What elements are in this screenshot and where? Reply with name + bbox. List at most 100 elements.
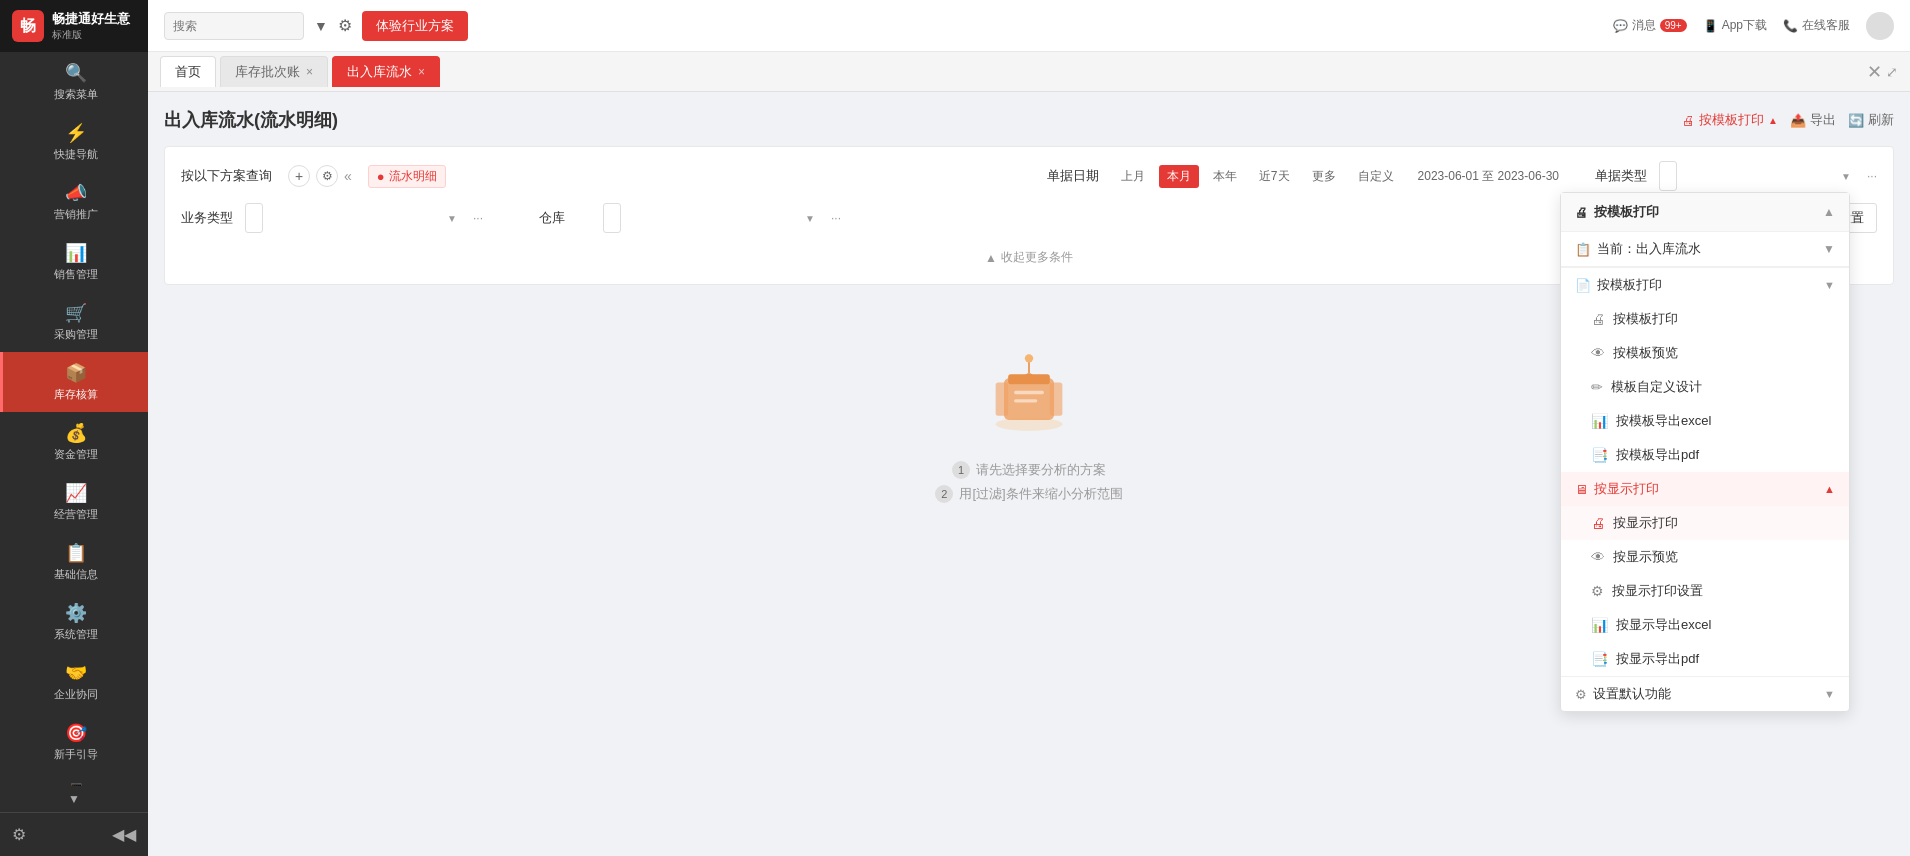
sidebar: 畅 畅捷通好生意 标准版 🔍 搜索菜单 ⚡ 快捷导航 📣 营销推广 📊 销售管理…: [0, 0, 148, 856]
close-page-icon[interactable]: ✕: [1867, 61, 1882, 83]
tip-2-num: 2: [935, 485, 953, 503]
dropdown-header-title-label: 按模板打印: [1594, 203, 1659, 221]
date-btn-7days[interactable]: 近7天: [1251, 165, 1298, 188]
refresh-btn[interactable]: 🔄 刷新: [1848, 111, 1894, 129]
collapse-sidebar-icon[interactable]: ◀◀: [112, 825, 136, 844]
tab-batch-ledger[interactable]: 库存批次账 ×: [220, 56, 328, 87]
page-actions: 🖨 按模板打印 ▲ 📤 导出 🔄 刷新: [1682, 111, 1894, 129]
filter-date-section: 单据日期 上月 本月 本年 近7天 更多 自定义 2023-06-01 至 20…: [462, 165, 1559, 188]
sidebar-item-marketing[interactable]: 📣 营销推广: [0, 172, 148, 232]
app-download-btn[interactable]: 📱 App下载: [1703, 17, 1767, 34]
search-input[interactable]: [164, 12, 304, 40]
tab-home-label: 首页: [175, 63, 201, 81]
display-export-pdf-btn[interactable]: 📑 按显示导出pdf: [1561, 642, 1849, 676]
template-preview-label: 按模板预览: [1613, 344, 1678, 362]
display-pdf-label: 按显示导出pdf: [1616, 650, 1699, 668]
bill-type-more-icon[interactable]: ···: [1867, 169, 1877, 183]
sidebar-scroll-down-btn[interactable]: ▼: [0, 786, 148, 812]
date-btn-custom[interactable]: 自定义: [1350, 165, 1402, 188]
template-custom-icon: ✏: [1591, 379, 1603, 395]
empty-tip-1: 1 请先选择要分析的方案: [952, 461, 1106, 479]
warehouse-label: 仓库: [539, 209, 595, 227]
template-export-pdf-btn[interactable]: 📑 按模板导出pdf: [1561, 438, 1849, 472]
sidebar-item-sales[interactable]: 📊 销售管理: [0, 232, 148, 292]
page-content: 出入库流水(流水明细) 🖨 按模板打印 ▲ 📤 导出 🔄 刷新: [148, 92, 1910, 856]
date-btn-this-year[interactable]: 本年: [1205, 165, 1245, 188]
sidebar-item-app-center[interactable]: 📱 应用中心: [0, 772, 148, 786]
bill-type-select[interactable]: [1659, 161, 1677, 191]
current-arrow-icon[interactable]: ▼: [1823, 242, 1835, 256]
operations-icon: 📈: [65, 482, 87, 504]
sidebar-item-enterprise[interactable]: 🤝 企业协同: [0, 652, 148, 712]
display-section-arrow-icon: ▲: [1824, 483, 1835, 495]
warehouse-more-icon[interactable]: ···: [831, 211, 841, 225]
date-btn-last-month[interactable]: 上月: [1113, 165, 1153, 188]
template-custom-btn[interactable]: ✏ 模板自定义设计: [1561, 370, 1849, 404]
sidebar-item-system[interactable]: ⚙️ 系统管理: [0, 592, 148, 652]
user-avatar[interactable]: [1866, 12, 1894, 40]
sidebar-item-basic[interactable]: 📋 基础信息: [0, 532, 148, 592]
business-type-section: 业务类型 ···: [181, 203, 483, 233]
business-type-select[interactable]: [245, 203, 263, 233]
tab-flow[interactable]: 出入库流水 ×: [332, 56, 440, 87]
display-print-header[interactable]: 🖥 按显示打印 ▲: [1561, 472, 1849, 506]
template-print-header[interactable]: 📄 按模板打印 ▼: [1561, 267, 1849, 302]
tab-flow-close-icon[interactable]: ×: [418, 65, 425, 79]
empty-state-illustration: [979, 345, 1079, 445]
template-excel-label: 按模板导出excel: [1616, 412, 1711, 430]
tab-home[interactable]: 首页: [160, 56, 216, 87]
display-print-btn[interactable]: 🖨 按显示打印: [1561, 506, 1849, 540]
filter-add-btn[interactable]: +: [288, 165, 310, 187]
dropdown-collapse-icon[interactable]: ▲: [1823, 205, 1835, 219]
display-pdf-icon: 📑: [1591, 651, 1608, 667]
display-settings-label: 按显示打印设置: [1612, 582, 1703, 600]
sidebar-footer: ⚙ ◀◀: [0, 812, 148, 856]
message-btn[interactable]: 💬 消息 99+: [1613, 17, 1687, 34]
date-btn-this-month[interactable]: 本月: [1159, 165, 1199, 188]
tab-actions: ✕ ⤢: [1867, 61, 1898, 83]
filter-collapse-btn[interactable]: «: [344, 168, 352, 184]
sidebar-item-quick-nav[interactable]: ⚡ 快捷导航: [0, 112, 148, 172]
sidebar-item-search[interactable]: 🔍 搜索菜单: [0, 52, 148, 112]
footer-arrow-icon: ▼: [1824, 688, 1835, 700]
template-export-excel-btn[interactable]: 📊 按模板导出excel: [1561, 404, 1849, 438]
settings-icon[interactable]: ⚙: [12, 825, 26, 844]
topbar-gear-icon[interactable]: ⚙: [338, 16, 352, 35]
sales-icon: 📊: [65, 242, 87, 264]
svg-rect-6: [1014, 399, 1037, 402]
sidebar-item-label: 系统管理: [54, 627, 98, 642]
tab-batch-ledger-close-icon[interactable]: ×: [306, 65, 313, 79]
sidebar-item-operations[interactable]: 📈 经营管理: [0, 472, 148, 532]
refresh-label: 刷新: [1868, 111, 1894, 129]
business-type-more-icon[interactable]: ···: [473, 211, 483, 225]
warehouse-select[interactable]: [603, 203, 621, 233]
tip-1-text: 请先选择要分析的方案: [976, 461, 1106, 479]
template-print-btn[interactable]: 🖨 按模板打印: [1561, 302, 1849, 336]
sidebar-item-newbie[interactable]: 🎯 新手引导: [0, 712, 148, 772]
current-label: 当前：出入库流水: [1597, 240, 1701, 258]
export-btn[interactable]: 📤 导出: [1790, 111, 1836, 129]
inventory-icon: 📦: [65, 362, 87, 384]
dropdown-footer[interactable]: ⚙ 设置默认功能 ▼: [1561, 676, 1849, 711]
industry-btn[interactable]: 体验行业方案: [362, 11, 468, 41]
display-section-label: 按显示打印: [1594, 480, 1659, 498]
template-preview-btn[interactable]: 👁 按模板预览: [1561, 336, 1849, 370]
display-export-excel-btn[interactable]: 📊 按显示导出excel: [1561, 608, 1849, 642]
purchase-icon: 🛒: [65, 302, 87, 324]
sidebar-item-label: 营销推广: [54, 207, 98, 222]
template-pdf-icon: 📑: [1591, 447, 1608, 463]
template-print-icon: 🖨: [1591, 311, 1605, 327]
online-service-btn[interactable]: 📞 在线客服: [1783, 17, 1850, 34]
expand-page-icon[interactable]: ⤢: [1886, 64, 1898, 80]
print-dropdown-panel: 🖨 按模板打印 ▲ 📋 当前：出入库流水 ▼ 📄 按模板打印: [1560, 192, 1850, 712]
search-dropdown-icon[interactable]: ▼: [314, 18, 328, 34]
sidebar-item-inventory[interactable]: 📦 库存核算: [0, 352, 148, 412]
display-preview-btn[interactable]: 👁 按显示预览: [1561, 540, 1849, 574]
filter-setting-btn[interactable]: ⚙: [316, 165, 338, 187]
sidebar-item-finance[interactable]: 💰 资金管理: [0, 412, 148, 472]
warehouse-wrapper: [603, 203, 823, 233]
print-template-btn[interactable]: 🖨 按模板打印 ▲: [1682, 111, 1778, 129]
display-print-settings-btn[interactable]: ⚙ 按显示打印设置: [1561, 574, 1849, 608]
sidebar-item-purchase[interactable]: 🛒 采购管理: [0, 292, 148, 352]
date-btn-more[interactable]: 更多: [1304, 165, 1344, 188]
